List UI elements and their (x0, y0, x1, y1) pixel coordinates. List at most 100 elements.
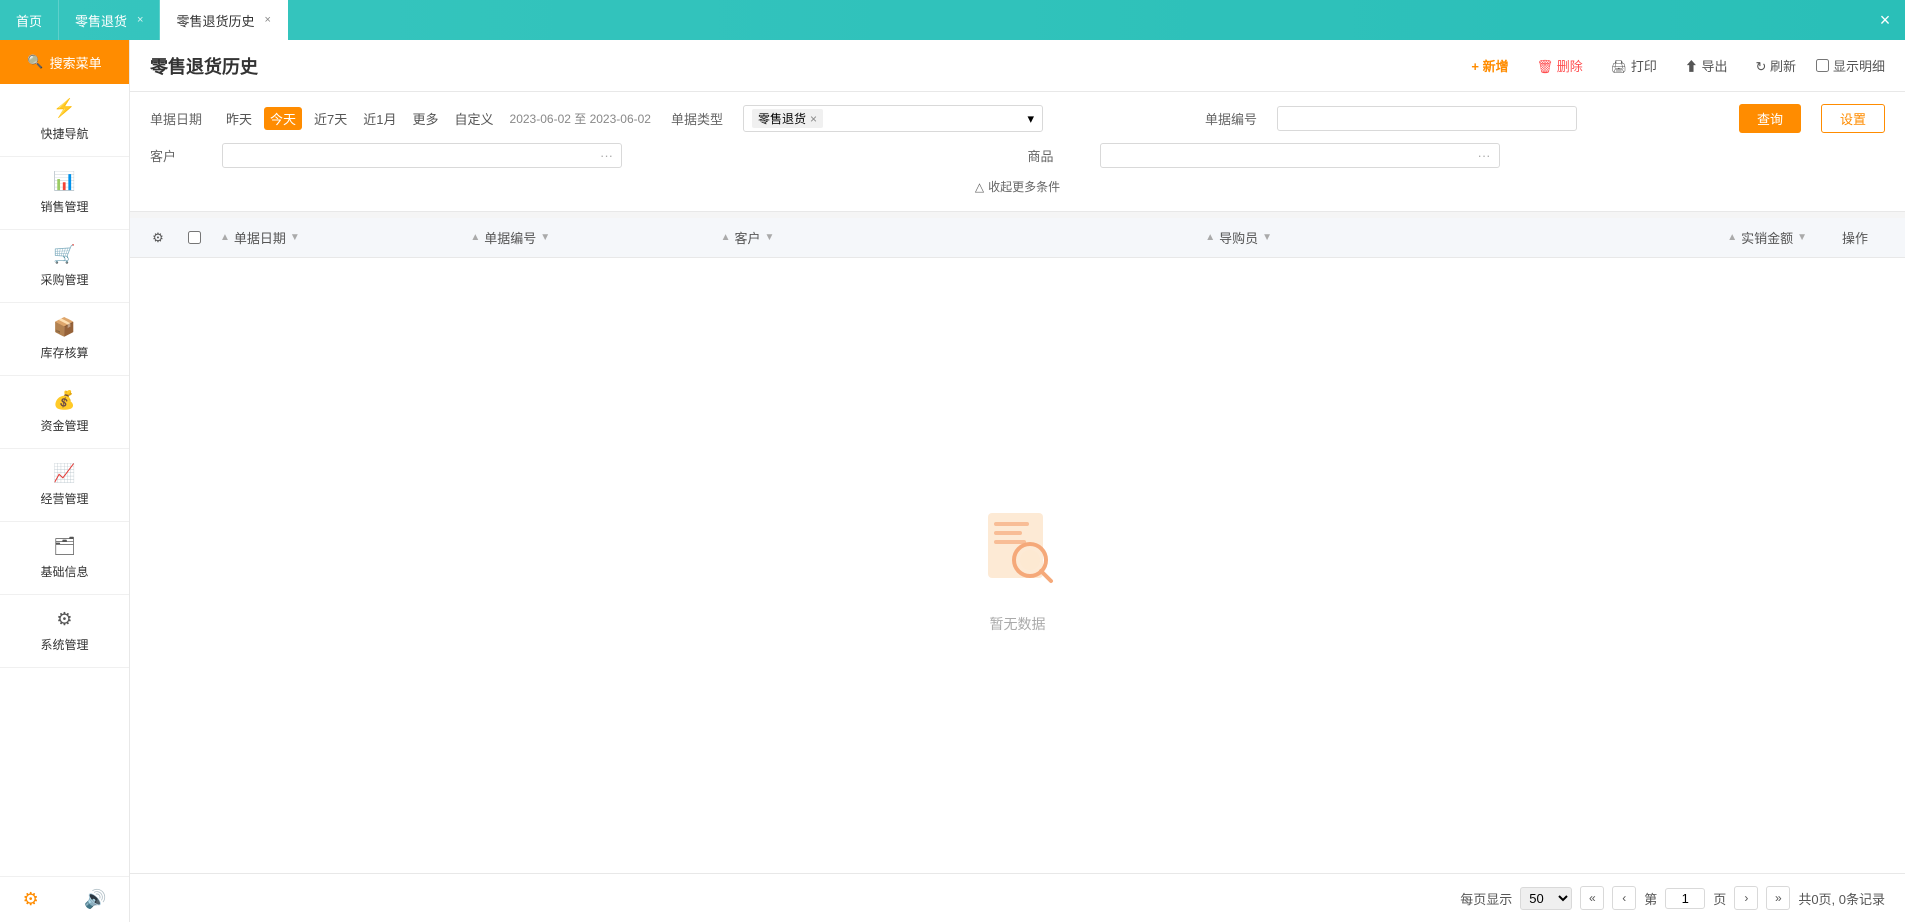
first-page-button[interactable]: « (1580, 886, 1604, 910)
tab-return-history-label: 零售退货历史 (176, 11, 254, 30)
date-btn-1month[interactable]: 近1月 (359, 107, 400, 130)
show-detail-checkbox[interactable]: 显示明细 (1816, 56, 1885, 75)
sort-desc-guide[interactable]: ▼ (1262, 232, 1272, 243)
voucher-no-input[interactable] (1277, 106, 1577, 131)
window-close-button[interactable]: × (1865, 0, 1905, 40)
page-unit: 页 (1713, 889, 1726, 908)
sidebar-item-finance[interactable]: 💰 资金管理 (0, 376, 129, 449)
sort-desc-date[interactable]: ▼ (290, 232, 300, 243)
query-button[interactable]: 查询 (1739, 104, 1801, 133)
sidebar-item-base[interactable]: 🗂 基础信息 (0, 522, 129, 595)
sidebar-item-sales[interactable]: 📊 销售管理 (0, 157, 129, 230)
tab-return[interactable]: 零售退货 × (59, 0, 160, 40)
sidebar-item-quick-nav[interactable]: ⚡ 快捷导航 (0, 84, 129, 157)
per-page-select[interactable]: 50 10 20 100 (1520, 887, 1572, 910)
main-layout: 🔍 搜索菜单 ⚡ 快捷导航 📊 销售管理 🛒 采购管理 📦 库存核算 💰 资金管… (0, 40, 1905, 922)
sidebar-search-label: 搜索菜单 (50, 53, 102, 72)
date-buttons: 昨天 今天 近7天 近1月 更多 自定义 (222, 107, 498, 130)
tab-home[interactable]: 首页 (0, 0, 59, 40)
new-button[interactable]: + 新增 (1463, 52, 1516, 79)
inventory-icon: 📦 (53, 317, 75, 338)
delete-button[interactable]: 🗑 删除 (1529, 52, 1591, 79)
sidebar-item-quick-nav-label: 快捷导航 (40, 125, 88, 142)
th-amount: ▲ 实销金额 ▼ (1565, 228, 1815, 247)
sidebar-item-base-label: 基础信息 (40, 563, 88, 580)
sidebar-item-operations[interactable]: 📈 经营管理 (0, 449, 129, 522)
filter-area: 单据日期 昨天 今天 近7天 近1月 更多 自定义 2023-06-02 至 2… (130, 92, 1905, 212)
total-info: 共0页, 0条记录 (1798, 889, 1885, 908)
last-page-button[interactable]: » (1766, 886, 1790, 910)
select-all-checkbox[interactable] (188, 231, 201, 244)
date-btn-today[interactable]: 今天 (264, 107, 302, 130)
search-icon: 🔍 (27, 54, 43, 70)
th-voucher-no: ▲ 单据编号 ▼ (462, 228, 712, 247)
th-ops: 操作 (1815, 228, 1895, 247)
sort-asc-guide[interactable]: ▲ (1205, 232, 1215, 243)
page-header: 零售退货历史 + 新增 🗑 删除 🖨 打印 ⬆ 导出 ↻ 刷新 显示明细 (130, 40, 1905, 92)
goods-dots: ··· (1478, 148, 1491, 163)
sidebar-item-operations-label: 经营管理 (40, 490, 88, 507)
system-icon: ⚙ (56, 609, 72, 630)
tab-return-label: 零售退货 (75, 11, 127, 30)
sort-desc-customer[interactable]: ▼ (765, 232, 775, 243)
customer-filter-label: 客户 (150, 146, 210, 165)
finance-icon: 💰 (53, 390, 75, 411)
sidebar-item-inventory-label: 库存核算 (40, 344, 88, 361)
customer-select[interactable]: ··· (222, 143, 622, 168)
show-detail-input[interactable] (1816, 59, 1829, 72)
prev-page-button[interactable]: ‹ (1612, 886, 1636, 910)
refresh-button[interactable]: ↻ 刷新 (1747, 52, 1804, 79)
sort-asc-voucher[interactable]: ▲ (470, 232, 480, 243)
th-date: ▲ 单据日期 ▼ (212, 228, 462, 247)
date-btn-7days[interactable]: 近7天 (310, 107, 351, 130)
filter-row-1: 单据日期 昨天 今天 近7天 近1月 更多 自定义 2023-06-02 至 2… (150, 104, 1885, 133)
tab-return-close[interactable]: × (137, 14, 143, 26)
date-btn-yesterday[interactable]: 昨天 (222, 107, 256, 130)
sidebar-item-sales-label: 销售管理 (40, 198, 88, 215)
date-filter-group: 单据日期 昨天 今天 近7天 近1月 更多 自定义 2023-06-02 至 2… (150, 107, 651, 130)
sort-asc-amount[interactable]: ▲ (1727, 232, 1737, 243)
collapse-label: 收起更多条件 (988, 178, 1060, 195)
customer-dots: ··· (600, 148, 613, 163)
sort-desc-voucher[interactable]: ▼ (540, 232, 550, 243)
sidebar-bottom: ⚙ 🔊 (0, 876, 129, 922)
date-btn-more[interactable]: 更多 (409, 107, 443, 130)
goods-select[interactable]: ··· (1100, 143, 1500, 168)
sidebar-item-system[interactable]: ⚙ 系统管理 (0, 595, 129, 668)
settings-button[interactable]: 设置 (1821, 104, 1885, 133)
date-filter-label: 单据日期 (150, 109, 210, 128)
sidebar-item-inventory[interactable]: 📦 库存核算 (0, 303, 129, 376)
base-icon: 🗂 (53, 536, 76, 557)
sidebar-search-button[interactable]: 🔍 搜索菜单 (0, 40, 129, 84)
tab-return-history-close[interactable]: × (264, 14, 270, 26)
export-button[interactable]: ⬆ 导出 (1677, 52, 1736, 79)
sidebar-item-finance-label: 资金管理 (40, 417, 88, 434)
tab-return-history[interactable]: 零售退货历史 × (160, 0, 287, 40)
voucher-type-tag: 零售退货 × (752, 109, 823, 128)
th-check[interactable] (176, 231, 212, 244)
date-btn-custom[interactable]: 自定义 (451, 107, 498, 130)
page-title: 零售退货历史 (150, 53, 258, 79)
sidebar-audio-button[interactable]: 🔊 (84, 889, 106, 910)
empty-text: 暂无数据 (990, 614, 1046, 634)
collapse-button[interactable]: △ 收起更多条件 (150, 178, 1885, 195)
pagination: 每页显示 50 10 20 100 « ‹ 第 页 › » 共0页, 0条记录 (130, 873, 1905, 922)
table-header: ⚙ ▲ 单据日期 ▼ ▲ 单据编号 ▼ ▲ 客户 ▼ (130, 218, 1905, 258)
voucher-no-label: 单据编号 (1205, 109, 1265, 128)
sort-desc-amount[interactable]: ▼ (1797, 232, 1807, 243)
customer-filter-group: 客户 ··· (150, 143, 1008, 168)
voucher-type-select[interactable]: 零售退货 × ▾ (743, 105, 1043, 132)
content-area: 零售退货历史 + 新增 🗑 删除 🖨 打印 ⬆ 导出 ↻ 刷新 显示明细 单据日… (130, 40, 1905, 922)
sort-asc-date[interactable]: ▲ (220, 232, 230, 243)
sidebar-item-purchase[interactable]: 🛒 采购管理 (0, 230, 129, 303)
next-page-button[interactable]: › (1734, 886, 1758, 910)
sort-asc-customer[interactable]: ▲ (721, 232, 731, 243)
th-setting[interactable]: ⚙ (140, 230, 176, 246)
voucher-type-group: 单据类型 零售退货 × ▾ (671, 105, 1185, 132)
print-button[interactable]: 🖨 打印 (1603, 52, 1665, 79)
empty-state: 暂无数据 (130, 258, 1905, 873)
sidebar-gear-button[interactable]: ⚙ (23, 889, 39, 910)
page-number-input[interactable] (1665, 888, 1705, 909)
voucher-type-tag-close[interactable]: × (810, 112, 817, 126)
setting-icon: ⚙ (152, 230, 164, 246)
